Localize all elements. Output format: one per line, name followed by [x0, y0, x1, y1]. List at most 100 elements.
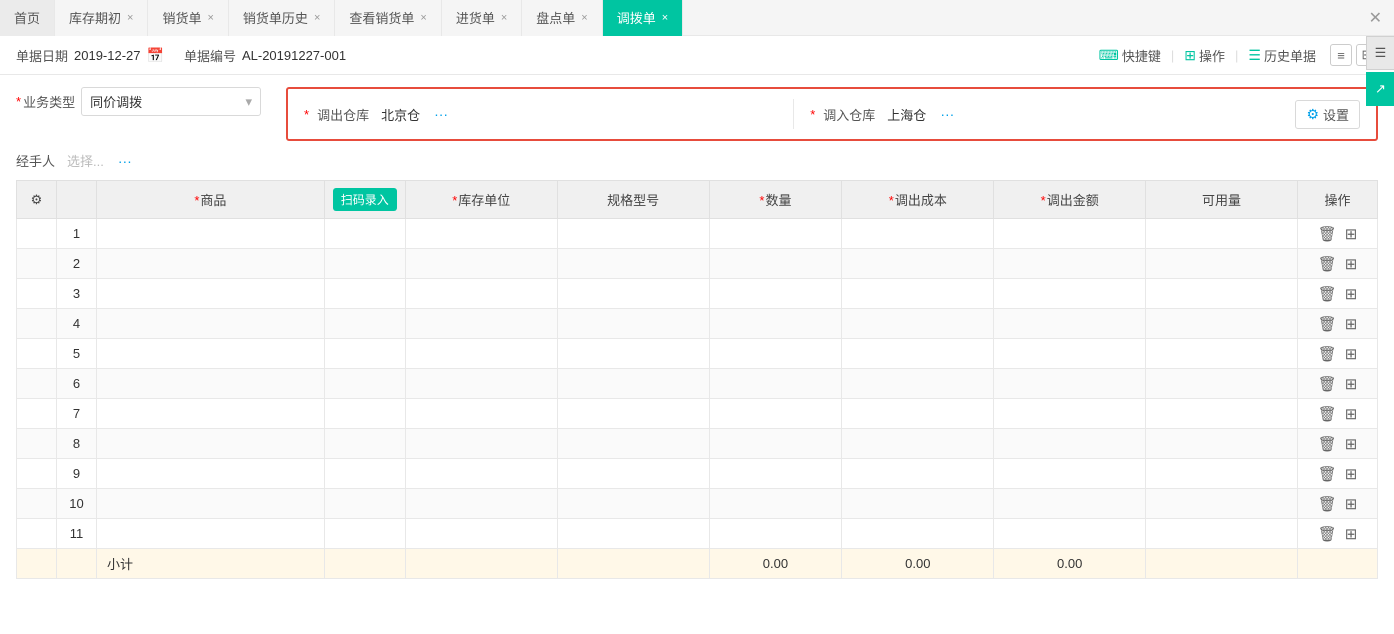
tab-inventory-init[interactable]: 库存期初 × [55, 0, 148, 36]
tab-view-sales[interactable]: 查看销货单 × [335, 0, 441, 36]
tab-close-view-sales[interactable]: × [420, 12, 426, 24]
delete-icon[interactable]: 🗑 [1318, 285, 1337, 303]
actions-icon: ⊞ [1184, 47, 1196, 64]
right-panel-list-button[interactable]: ☰ [1366, 36, 1394, 70]
date-label: 单据日期 [16, 46, 68, 65]
person-placeholder[interactable]: 选择... [67, 151, 104, 170]
delete-icon[interactable]: 🗑 [1318, 525, 1337, 543]
delete-icon[interactable]: 🗑 [1318, 345, 1337, 363]
number-field: 单据编号 AL-20191227-001 [184, 46, 346, 65]
layout-list-button[interactable]: ≡ [1330, 44, 1352, 66]
table-row: 4🗑⊞ [17, 309, 1378, 339]
copy-icon[interactable]: ⊞ [1345, 345, 1358, 363]
business-type-section: * 业务类型 同价调拨 ▾ [16, 87, 276, 116]
tab-close-purchase[interactable]: × [501, 12, 507, 24]
delete-icon[interactable]: 🗑 [1318, 315, 1337, 333]
copy-icon[interactable]: ⊞ [1345, 495, 1358, 513]
delete-icon[interactable]: 🗑 [1318, 255, 1337, 273]
in-warehouse-label: 调入仓库 [823, 105, 875, 124]
delete-icon[interactable]: 🗑 [1318, 495, 1337, 513]
th-amount: *调出金额 [994, 181, 1146, 219]
tab-bar-close-button[interactable]: ✕ [1357, 8, 1394, 28]
tab-transfer[interactable]: 调拨单 × [603, 0, 683, 36]
th-gear[interactable]: ⚙ [17, 181, 57, 219]
settings-icon: ⚙ [1306, 106, 1319, 123]
th-cost: *调出成本 [842, 181, 994, 219]
th-product: *商品 [97, 181, 325, 219]
number-label: 单据编号 [184, 46, 236, 65]
delete-icon[interactable]: 🗑 [1318, 375, 1337, 393]
th-num [57, 181, 97, 219]
tab-sales-order[interactable]: 销货单 × [148, 0, 228, 36]
person-row: 经手人 选择... ··· [16, 151, 1378, 170]
table-row: 5🗑⊞ [17, 339, 1378, 369]
form-row-1: * 业务类型 同价调拨 ▾ * 调出仓库 北京仓 ··· * 调入仓库 上海仓 … [16, 87, 1378, 141]
tab-close-sales-order[interactable]: × [207, 12, 213, 24]
delete-icon[interactable]: 🗑 [1318, 435, 1337, 453]
table-row: 8🗑⊞ [17, 429, 1378, 459]
copy-icon[interactable]: ⊞ [1345, 435, 1358, 453]
person-more-button[interactable]: ··· [118, 153, 132, 169]
th-unit: *库存单位 [405, 181, 557, 219]
warehouse-divider [793, 99, 794, 129]
th-qty: *数量 [709, 181, 842, 219]
tab-home[interactable]: 首页 [0, 0, 55, 36]
tab-close-inventory-init[interactable]: × [127, 12, 133, 24]
subtotal-row: 小计 0.00 0.00 0.00 [17, 549, 1378, 579]
tab-close-transfer[interactable]: × [662, 12, 668, 24]
person-label: 经手人 [16, 151, 55, 170]
history-icon: ☰ [1248, 47, 1261, 64]
in-warehouse-field: * 调入仓库 上海仓 ··· [810, 105, 1283, 124]
business-type-select[interactable]: 同价调拨 ▾ [81, 87, 261, 116]
out-warehouse-more-button[interactable]: ··· [434, 106, 448, 122]
right-panel: ☰ ↗ [1366, 36, 1394, 108]
copy-icon[interactable]: ⊞ [1345, 225, 1358, 243]
right-panel-export-button[interactable]: ↗ [1366, 72, 1394, 106]
scan-button[interactable]: 扫码录入 [333, 188, 397, 211]
copy-icon[interactable]: ⊞ [1345, 285, 1358, 303]
toolbar-right: ⌨ 快捷键 | ⊞ 操作 | ☰ 历史单据 ≡ ⊞ [1099, 44, 1378, 66]
table-row: 7🗑⊞ [17, 399, 1378, 429]
tab-inventory-check[interactable]: 盘点单 × [522, 0, 602, 36]
date-value: 2019-12-27 [74, 48, 141, 63]
history-button[interactable]: ☰ 历史单据 [1248, 46, 1316, 65]
copy-icon[interactable]: ⊞ [1345, 525, 1358, 543]
table-row: 1🗑⊞ [17, 219, 1378, 249]
data-table: ⚙ *商品 扫码录入 *库存单位 规格型号 *数量 [16, 180, 1378, 579]
th-action: 操作 [1298, 181, 1378, 219]
out-warehouse-value: 北京仓 [381, 105, 420, 124]
copy-icon[interactable]: ⊞ [1345, 255, 1358, 273]
th-scan: 扫码录入 [324, 181, 405, 219]
tab-sales-history[interactable]: 销货单历史 × [229, 0, 335, 36]
out-warehouse-field: * 调出仓库 北京仓 ··· [304, 105, 777, 124]
calendar-icon[interactable]: 📅 [147, 47, 164, 64]
delete-icon[interactable]: 🗑 [1318, 465, 1337, 483]
shortcuts-icon: ⌨ [1099, 47, 1119, 64]
tab-close-inventory-check[interactable]: × [581, 12, 587, 24]
table-row: 3🗑⊞ [17, 279, 1378, 309]
gear-header-icon[interactable]: ⚙ [31, 192, 43, 207]
settings-button[interactable]: ⚙ 设置 [1295, 100, 1360, 129]
copy-icon[interactable]: ⊞ [1345, 465, 1358, 483]
tab-purchase-order[interactable]: 进货单 × [442, 0, 522, 36]
shortcuts-button[interactable]: ⌨ 快捷键 [1099, 46, 1161, 65]
table-row: 6🗑⊞ [17, 369, 1378, 399]
number-value: AL-20191227-001 [242, 48, 346, 63]
delete-icon[interactable]: 🗑 [1318, 225, 1337, 243]
table-wrapper: ⚙ *商品 扫码录入 *库存单位 规格型号 *数量 [16, 180, 1378, 579]
copy-icon[interactable]: ⊞ [1345, 405, 1358, 423]
business-type-label: 业务类型 [23, 92, 75, 111]
table-row: 10🗑⊞ [17, 489, 1378, 519]
actions-button[interactable]: ⊞ 操作 [1184, 46, 1225, 65]
warehouse-section: * 调出仓库 北京仓 ··· * 调入仓库 上海仓 ··· ⚙ 设置 [286, 87, 1378, 141]
out-warehouse-label: 调出仓库 [317, 105, 369, 124]
copy-icon[interactable]: ⊞ [1345, 375, 1358, 393]
date-field: 单据日期 2019-12-27 📅 [16, 46, 164, 65]
table-row: 11🗑⊞ [17, 519, 1378, 549]
copy-icon[interactable]: ⊞ [1345, 315, 1358, 333]
th-spec: 规格型号 [557, 181, 709, 219]
content-area: * 业务类型 同价调拨 ▾ * 调出仓库 北京仓 ··· * 调入仓库 上海仓 … [0, 75, 1394, 591]
delete-icon[interactable]: 🗑 [1318, 405, 1337, 423]
tab-close-sales-history[interactable]: × [314, 12, 320, 24]
in-warehouse-more-button[interactable]: ··· [940, 106, 954, 122]
